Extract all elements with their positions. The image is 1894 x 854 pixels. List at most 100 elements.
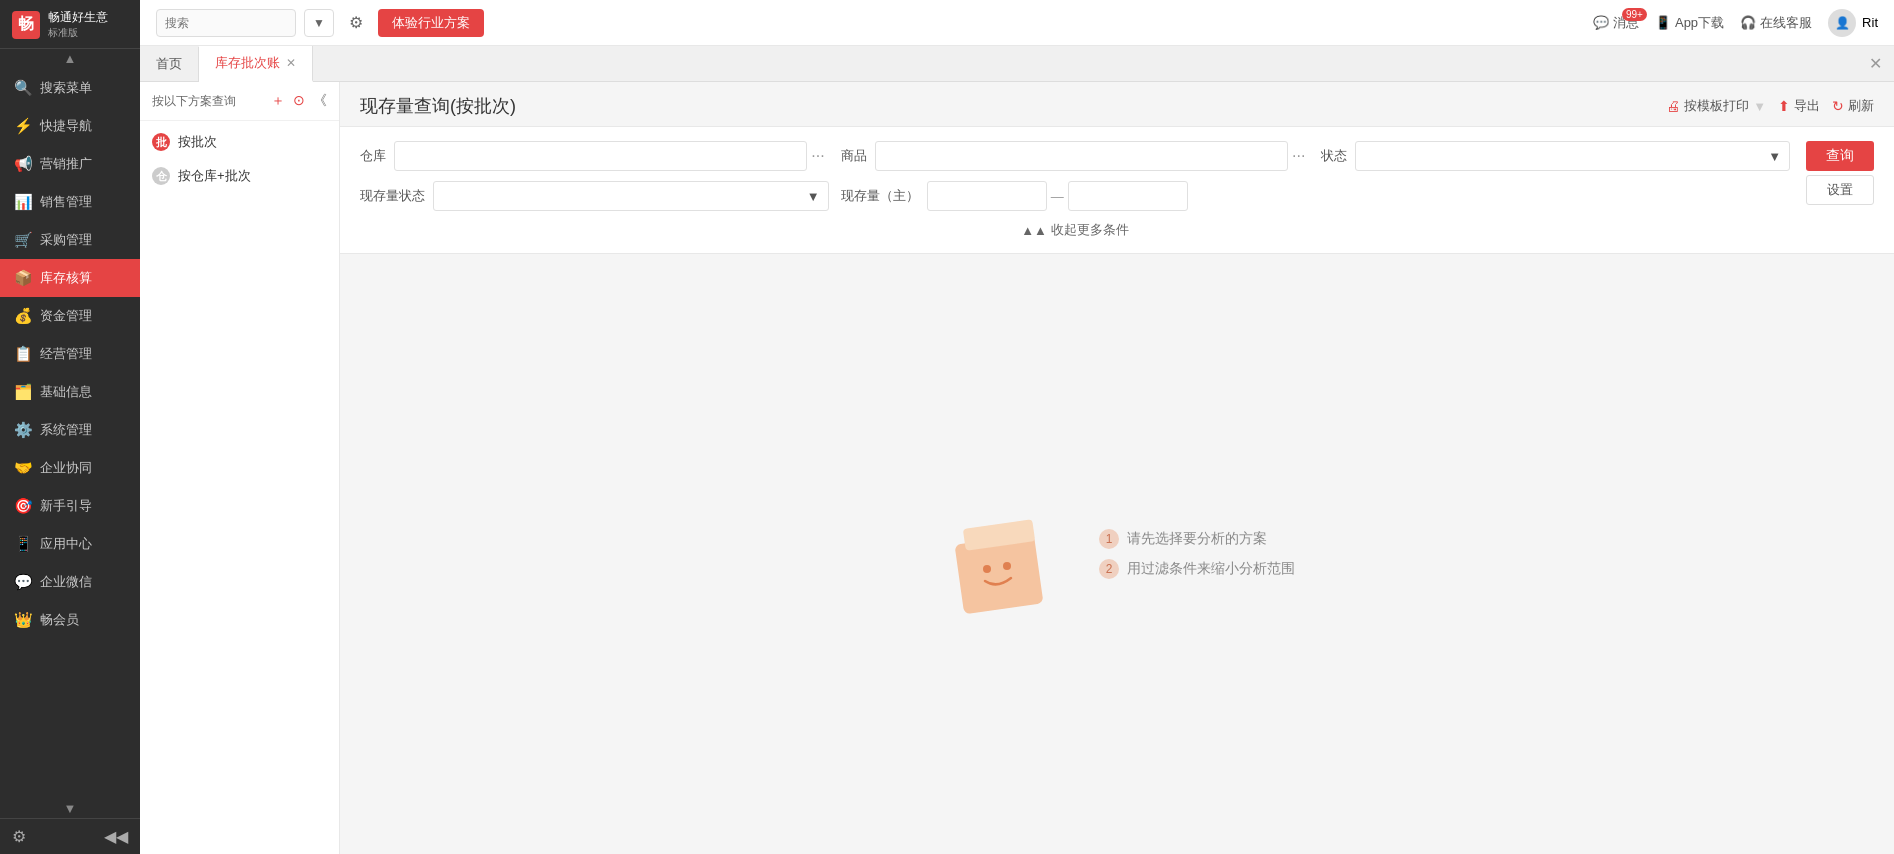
- sidebar-item-label: 采购管理: [40, 231, 92, 249]
- filter-row-1: 仓库 ··· 商品 ··· 状态: [360, 141, 1790, 171]
- left-panel-title: 按以下方案查询: [152, 93, 236, 110]
- system-icon: ⚙️: [14, 421, 32, 439]
- stock-status-dropdown-icon: ▼: [807, 189, 820, 204]
- industry-btn[interactable]: 体验行业方案: [378, 9, 484, 37]
- wechat-icon: 💬: [14, 573, 32, 591]
- status-select[interactable]: ▼: [1355, 141, 1790, 171]
- sidebar-item-marketing[interactable]: 📢 营销推广: [0, 145, 140, 183]
- scheme-settings-icon[interactable]: ⊙: [293, 92, 305, 110]
- tip-num-2: 2: [1099, 559, 1119, 579]
- search-input[interactable]: [156, 9, 296, 37]
- sidebar-nav: 🔍 搜索菜单 ⚡ 快捷导航 📢 营销推广 📊 销售管理 🛒 采购管理 📦 库存核…: [0, 69, 140, 798]
- app-edition: 标准版: [48, 26, 108, 40]
- collapse-left-icon[interactable]: 《: [313, 92, 327, 110]
- tip-num-1: 1: [1099, 529, 1119, 549]
- settings-icon[interactable]: ⚙: [12, 827, 26, 846]
- sidebar-footer: ⚙ ◀◀: [0, 818, 140, 854]
- sidebar-item-search-menu[interactable]: 🔍 搜索菜单: [0, 69, 140, 107]
- app-download-icon: 📱: [1655, 15, 1671, 30]
- sales-icon: 📊: [14, 193, 32, 211]
- left-panel-icons: ＋ ⊙ 《: [271, 92, 327, 110]
- collapse-up-icon: ▲▲: [1021, 223, 1047, 238]
- sidebar-item-basic[interactable]: 🗂️ 基础信息: [0, 373, 140, 411]
- status-filter: 状态 ▼: [1321, 141, 1790, 171]
- sidebar-item-operation[interactable]: 📋 经营管理: [0, 335, 140, 373]
- print-dropdown-icon[interactable]: ▼: [1753, 99, 1766, 114]
- collapse-label: 收起更多条件: [1051, 221, 1129, 239]
- add-scheme-icon[interactable]: ＋: [271, 92, 285, 110]
- refresh-btn[interactable]: ↻ 刷新: [1832, 97, 1874, 115]
- tab-close-icon[interactable]: ✕: [286, 56, 296, 70]
- stock-status-label: 现存量状态: [360, 187, 425, 205]
- stock-status-select[interactable]: ▼: [433, 181, 829, 211]
- left-panel-list: 批 按批次 仓 按仓库+批次: [140, 121, 339, 854]
- product-dots-btn[interactable]: ···: [1288, 147, 1309, 165]
- sidebar-item-newbie[interactable]: 🎯 新手引导: [0, 487, 140, 525]
- online-service-btn[interactable]: 🎧 在线客服: [1740, 14, 1812, 32]
- topbar-gear-icon[interactable]: ⚙: [342, 9, 370, 37]
- sidebar-item-quick-nav[interactable]: ⚡ 快捷导航: [0, 107, 140, 145]
- collapse-more-btn[interactable]: ▲▲ 收起更多条件: [360, 221, 1790, 239]
- sidebar-item-label: 营销推广: [40, 155, 92, 173]
- warehouse-dots-btn[interactable]: ···: [807, 147, 828, 165]
- sidebar-item-sales[interactable]: 📊 销售管理: [0, 183, 140, 221]
- close-icon: ✕: [1869, 54, 1882, 73]
- member-icon: 👑: [14, 611, 32, 629]
- marketing-icon: 📢: [14, 155, 32, 173]
- sidebar-item-label: 库存核算: [40, 269, 92, 287]
- collapse-sidebar-icon[interactable]: ◀◀: [104, 827, 128, 846]
- message-btn[interactable]: 💬 消息 99+: [1593, 14, 1639, 32]
- list-item-by-warehouse-batch[interactable]: 仓 按仓库+批次: [140, 159, 339, 193]
- tip-item-1: 1 请先选择要分析的方案: [1099, 529, 1295, 549]
- product-input[interactable]: [875, 141, 1288, 171]
- settings-button[interactable]: 设置: [1806, 175, 1874, 205]
- sidebar-item-label: 经营管理: [40, 345, 92, 363]
- close-panel-btn[interactable]: ✕: [1857, 54, 1894, 73]
- sidebar-item-system[interactable]: ⚙️ 系统管理: [0, 411, 140, 449]
- app-download-btn[interactable]: 📱 App下载: [1655, 14, 1724, 32]
- tab-inventory-batch-label: 库存批次账: [215, 54, 280, 72]
- stock-status-filter: 现存量状态 ▼: [360, 181, 829, 211]
- print-label: 按模板打印: [1684, 97, 1749, 115]
- sidebar-item-wechat[interactable]: 💬 企业微信: [0, 563, 140, 601]
- sidebar-item-member[interactable]: 👑 畅会员: [0, 601, 140, 639]
- enterprise-icon: 🤝: [14, 459, 32, 477]
- status-dropdown-icon: ▼: [1768, 149, 1781, 164]
- sidebar-scroll-up[interactable]: ▲: [0, 49, 140, 69]
- query-button[interactable]: 查询: [1806, 141, 1874, 171]
- empty-tips: 1 请先选择要分析的方案 2 用过滤条件来缩小分析范围: [1099, 529, 1295, 579]
- stock-qty-min-input[interactable]: [927, 181, 1047, 211]
- tab-inventory-batch[interactable]: 库存批次账 ✕: [199, 46, 313, 82]
- sidebar-item-finance[interactable]: 💰 资金管理: [0, 297, 140, 335]
- sidebar-header: 畅 畅通好生意 标准版: [0, 0, 140, 49]
- stock-qty-max-input[interactable]: [1068, 181, 1188, 211]
- topbar-dropdown-button[interactable]: ▼: [304, 9, 334, 37]
- filter-row-2: 现存量状态 ▼ 现存量（主） —: [360, 181, 1790, 211]
- filter-area: 仓库 ··· 商品 ··· 状态: [340, 127, 1894, 254]
- export-icon: ⬆: [1778, 98, 1790, 114]
- tab-home[interactable]: 首页: [140, 47, 199, 81]
- sidebar-item-apps[interactable]: 📱 应用中心: [0, 525, 140, 563]
- sidebar-item-purchase[interactable]: 🛒 采购管理: [0, 221, 140, 259]
- message-icon: 💬: [1593, 15, 1609, 30]
- sidebar-item-inventory[interactable]: 📦 库存核算: [0, 259, 140, 297]
- sidebar-item-enterprise[interactable]: 🤝 企业协同: [0, 449, 140, 487]
- list-item-by-batch[interactable]: 批 按批次: [140, 125, 339, 159]
- warehouse-label: 仓库: [360, 147, 386, 165]
- batch-dot: 批: [152, 133, 170, 151]
- list-item-warehouse-batch-label: 按仓库+批次: [178, 167, 251, 185]
- print-btn[interactable]: 🖨 按模板打印 ▼: [1666, 97, 1766, 115]
- main-area: ▼ ⚙ 体验行业方案 💬 消息 99+ 📱 App下载 🎧 在线客服 👤 Rit: [140, 0, 1894, 854]
- export-btn[interactable]: ⬆ 导出: [1778, 97, 1820, 115]
- right-panel: 现存量查询(按批次) 🖨 按模板打印 ▼ ⬆ 导出 ↻ 刷新: [340, 82, 1894, 854]
- headset-icon: 🎧: [1740, 15, 1756, 30]
- user-menu[interactable]: 👤 Rit: [1828, 9, 1878, 37]
- avatar: 👤: [1828, 9, 1856, 37]
- page-header-actions: 🖨 按模板打印 ▼ ⬆ 导出 ↻ 刷新: [1666, 97, 1874, 115]
- product-label: 商品: [841, 147, 867, 165]
- warehouse-input[interactable]: [394, 141, 807, 171]
- topbar: ▼ ⚙ 体验行业方案 💬 消息 99+ 📱 App下载 🎧 在线客服 👤 Rit: [140, 0, 1894, 46]
- sidebar-item-label: 搜索菜单: [40, 79, 92, 97]
- sidebar-scroll-down[interactable]: ▼: [0, 798, 140, 818]
- refresh-label: 刷新: [1848, 97, 1874, 115]
